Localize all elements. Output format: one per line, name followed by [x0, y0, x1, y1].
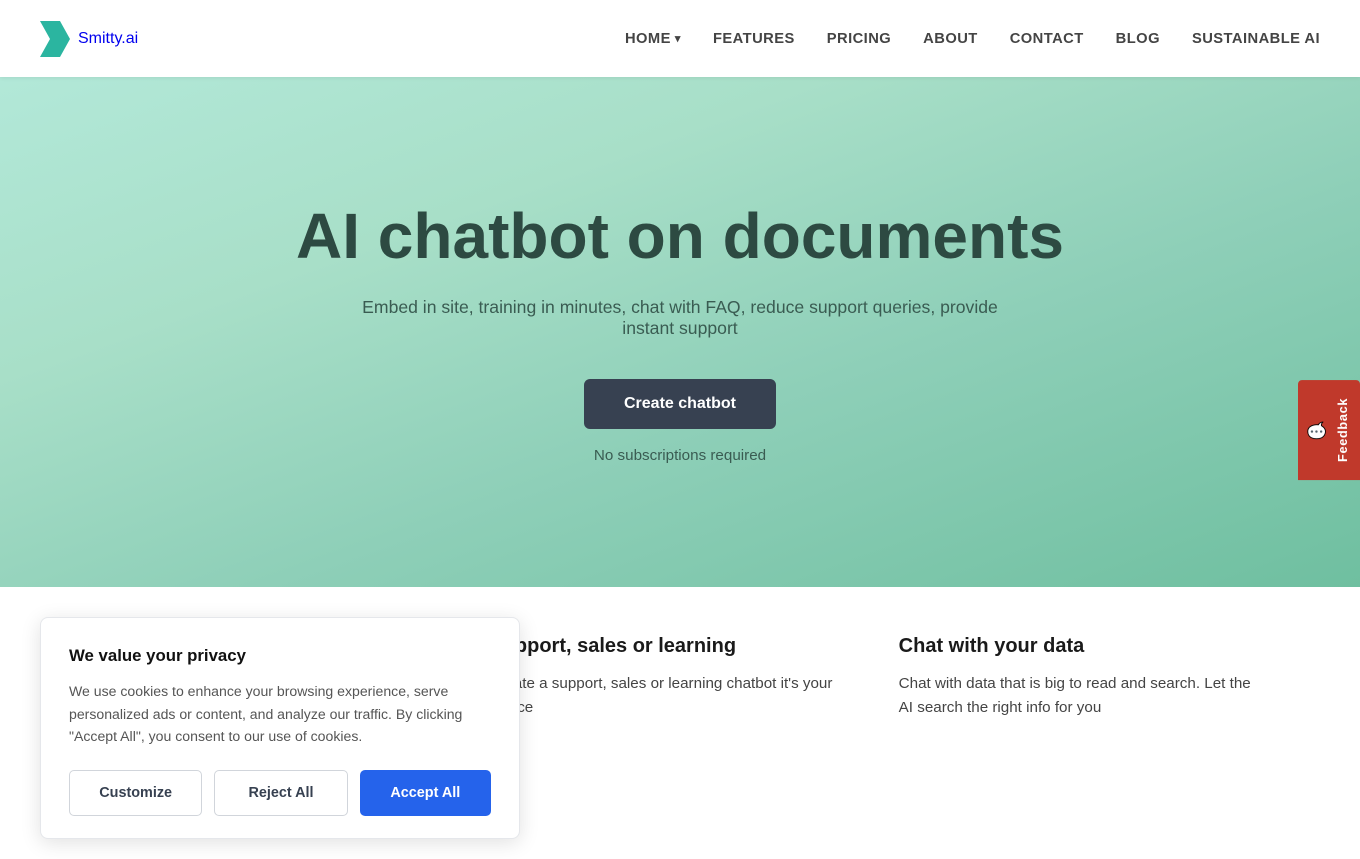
feature-desc-1: Create a support, sales or learning chat…: [489, 672, 842, 721]
create-chatbot-button[interactable]: Create chatbot: [584, 379, 776, 429]
feature-card-1: Support, sales or learning Create a supp…: [461, 635, 870, 721]
nav-item-contact[interactable]: CONTACT: [1010, 31, 1084, 47]
customize-button[interactable]: Customize: [69, 770, 202, 816]
nav-links: HOME ▾ FEATURES PRICING ABOUT CONTACT BL…: [625, 31, 1320, 47]
hero-section: AI chatbot on documents Embed in site, t…: [0, 77, 1360, 587]
feature-desc-2: Chat with data that is big to read and s…: [899, 672, 1252, 721]
feedback-tab[interactable]: 💬 Feedback: [1298, 379, 1360, 479]
feature-title-1: Support, sales or learning: [489, 635, 842, 658]
chevron-down-icon: ▾: [675, 32, 681, 45]
accept-all-button[interactable]: Accept All: [360, 770, 491, 816]
feature-title-2: Chat with your data: [899, 635, 1252, 658]
cookie-buttons: Customize Reject All Accept All: [69, 770, 491, 816]
navbar: Smitty.ai HOME ▾ FEATURES PRICING ABOUT …: [0, 0, 1360, 77]
nav-item-blog[interactable]: BLOG: [1116, 31, 1160, 47]
feedback-icon: 💬: [1308, 419, 1327, 439]
feedback-label: Feedback: [1335, 397, 1350, 461]
no-subscription-text: No subscriptions required: [594, 447, 766, 464]
hero-title: AI chatbot on documents: [296, 200, 1064, 274]
logo-icon: [40, 21, 70, 57]
feature-card-2: Chat with your data Chat with data that …: [871, 635, 1280, 721]
nav-item-pricing[interactable]: PRICING: [827, 31, 891, 47]
hero-subtitle: Embed in site, training in minutes, chat…: [340, 297, 1020, 339]
brand-logo[interactable]: Smitty.ai: [40, 21, 138, 57]
nav-item-sustainable-ai[interactable]: SUSTAINABLE AI: [1192, 31, 1320, 47]
nav-item-home[interactable]: HOME ▾: [625, 31, 681, 47]
reject-all-button[interactable]: Reject All: [214, 770, 347, 816]
brand-name: Smitty.ai: [78, 30, 138, 48]
cookie-description: We use cookies to enhance your browsing …: [69, 680, 491, 748]
nav-item-about[interactable]: ABOUT: [923, 31, 978, 47]
cookie-title: We value your privacy: [69, 646, 491, 666]
nav-item-features[interactable]: FEATURES: [713, 31, 795, 47]
cookie-banner: We value your privacy We use cookies to …: [40, 617, 520, 839]
